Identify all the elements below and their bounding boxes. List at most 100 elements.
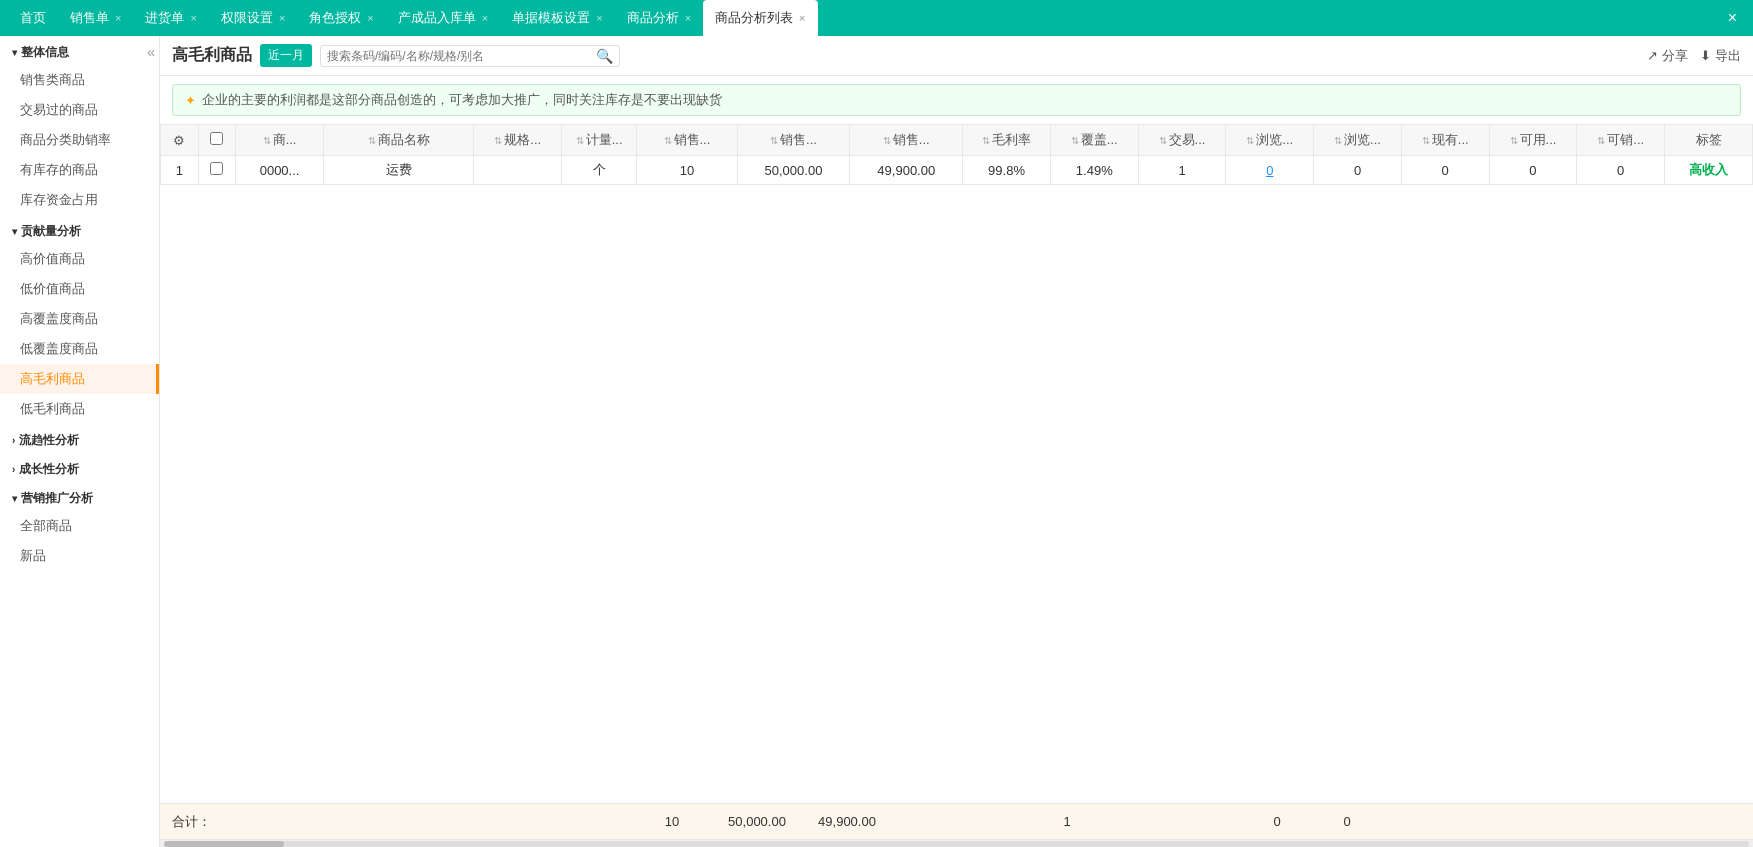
col-header-content: ⇅浏览... <box>1318 131 1397 149</box>
tab-close-icon[interactable]: × <box>799 12 805 24</box>
sidebar-group-流趋性分析: ›流趋性分析 <box>0 424 159 453</box>
sidebar-item-交易过的商品[interactable]: 交易过的商品 <box>0 95 159 125</box>
search-box: 🔍 <box>320 45 620 67</box>
footer-cell-1 <box>282 814 312 829</box>
footer-cell-12 <box>1102 814 1172 829</box>
row-sellable: 0 <box>1577 156 1665 185</box>
table-column-header-13[interactable]: ⇅浏览... <box>1314 125 1402 156</box>
export-button[interactable]: ⬇ 导出 <box>1700 47 1741 65</box>
sort-icon[interactable]: ⇅ <box>1071 135 1079 146</box>
nav-tab-销售单[interactable]: 销售单× <box>58 0 133 36</box>
sidebar-item-有库存的商品[interactable]: 有库存的商品 <box>0 155 159 185</box>
sidebar-item-新品[interactable]: 新品 <box>0 541 159 571</box>
nav-tab-进货单[interactable]: 进货单× <box>133 0 208 36</box>
sort-icon[interactable]: ⇅ <box>576 135 584 146</box>
table-column-header-0: ⚙ <box>161 125 199 156</box>
table-column-header-3[interactable]: ⇅商品名称 <box>323 125 473 156</box>
sidebar-item-库存资金占用[interactable]: 库存资金占用 <box>0 185 159 215</box>
tab-close-icon[interactable]: × <box>482 12 488 24</box>
tab-close-icon[interactable]: × <box>190 12 196 24</box>
footer-cell-7: 50,000.00 <box>712 814 802 829</box>
footer-cell-11: 1 <box>1032 814 1102 829</box>
info-text: 企业的主要的利润都是这部分商品创造的，可考虑加大推广，同时关注库存是不要出现缺货 <box>202 91 722 109</box>
sidebar-item-高价值商品[interactable]: 高价值商品 <box>0 244 159 274</box>
sort-icon[interactable]: ⇅ <box>883 135 891 146</box>
table-column-header-10[interactable]: ⇅覆盖... <box>1050 125 1138 156</box>
sidebar-group-title[interactable]: ›成长性分析 <box>0 453 159 482</box>
table-column-header-1 <box>198 125 236 156</box>
nav-tab-产成品入库单[interactable]: 产成品入库单× <box>386 0 500 36</box>
tab-close-icon[interactable]: × <box>367 12 373 24</box>
tab-close-icon[interactable]: × <box>596 12 602 24</box>
nav-tab-单据模板设置[interactable]: 单据模板设置× <box>500 0 614 36</box>
table-column-header-8[interactable]: ⇅销售... <box>850 125 963 156</box>
scroll-thumb[interactable] <box>164 841 284 847</box>
search-input[interactable] <box>327 49 596 63</box>
table-column-header-6[interactable]: ⇅销售... <box>637 125 737 156</box>
row-sales3: 49,900.00 <box>850 156 963 185</box>
sidebar-item-全部商品[interactable]: 全部商品 <box>0 511 159 541</box>
nav-tab-角色授权[interactable]: 角色授权× <box>297 0 385 36</box>
sidebar-group-title[interactable]: ▾整体信息 <box>0 36 159 65</box>
time-filter-button[interactable]: 近一月 <box>260 44 312 67</box>
sort-icon[interactable]: ⇅ <box>1159 135 1167 146</box>
nav-tab-首页[interactable]: 首页 <box>8 0 58 36</box>
sidebar-group-title[interactable]: ▾营销推广分析 <box>0 482 159 511</box>
close-all-tabs[interactable]: × <box>1720 9 1745 27</box>
table-column-header-5[interactable]: ⇅计量... <box>562 125 637 156</box>
group-arrow-icon: ▾ <box>12 47 17 58</box>
tab-close-icon[interactable]: × <box>115 12 121 24</box>
table-column-header-16[interactable]: ⇅可销... <box>1577 125 1665 156</box>
sidebar-item-高毛利商品[interactable]: 高毛利商品 <box>0 364 159 394</box>
table-column-header-11[interactable]: ⇅交易... <box>1138 125 1226 156</box>
table-column-header-7[interactable]: ⇅销售... <box>737 125 850 156</box>
sidebar-collapse-button[interactable]: « <box>147 44 155 60</box>
sort-icon[interactable]: ⇅ <box>770 135 778 146</box>
row-browse1-link[interactable]: 0 <box>1266 163 1273 178</box>
col-header-content: ⇅商... <box>240 131 319 149</box>
sort-icon[interactable]: ⇅ <box>664 135 672 146</box>
nav-tab-商品分析列表[interactable]: 商品分析列表× <box>703 0 817 36</box>
sidebar-item-销售类商品[interactable]: 销售类商品 <box>0 65 159 95</box>
table-column-header-14[interactable]: ⇅现有... <box>1401 125 1489 156</box>
group-arrow-icon: › <box>12 464 15 475</box>
sort-icon[interactable]: ⇅ <box>368 135 376 146</box>
share-icon: ↗ <box>1647 48 1658 63</box>
sidebar-group-title[interactable]: ›流趋性分析 <box>0 424 159 453</box>
horizontal-scrollbar[interactable] <box>160 839 1753 847</box>
table-column-header-4[interactable]: ⇅规格... <box>474 125 562 156</box>
sort-icon[interactable]: ⇅ <box>263 135 271 146</box>
share-button[interactable]: ↗ 分享 <box>1647 47 1688 65</box>
search-icon[interactable]: 🔍 <box>596 48 613 64</box>
content-header: 高毛利商品 近一月 🔍 ↗ 分享 ⬇ 导出 <box>160 36 1753 76</box>
sort-icon[interactable]: ⇅ <box>1597 135 1605 146</box>
sidebar-group-title[interactable]: ▾贡献量分析 <box>0 215 159 244</box>
select-all-checkbox[interactable] <box>210 132 223 145</box>
sidebar-item-商品分类助销率[interactable]: 商品分类助销率 <box>0 125 159 155</box>
sidebar-item-低价值商品[interactable]: 低价值商品 <box>0 274 159 304</box>
row-select-checkbox[interactable] <box>210 162 223 175</box>
content-area: 高毛利商品 近一月 🔍 ↗ 分享 ⬇ 导出 ✦ 企业的主要的利润都是这部分商品创… <box>160 36 1753 847</box>
tab-close-icon[interactable]: × <box>685 12 691 24</box>
sort-icon[interactable]: ⇅ <box>982 135 990 146</box>
footer-cell-16 <box>1382 814 1452 829</box>
table-column-header-2[interactable]: ⇅商... <box>236 125 324 156</box>
sort-icon[interactable]: ⇅ <box>494 135 502 146</box>
nav-tab-商品分析[interactable]: 商品分析× <box>615 0 703 36</box>
sort-icon[interactable]: ⇅ <box>1246 135 1254 146</box>
sort-icon[interactable]: ⇅ <box>1334 135 1342 146</box>
footer-cell-3 <box>382 814 502 829</box>
sort-icon[interactable]: ⇅ <box>1510 135 1518 146</box>
nav-tab-权限设置[interactable]: 权限设置× <box>209 0 297 36</box>
tab-close-icon[interactable]: × <box>279 12 285 24</box>
sidebar-item-低覆盖度商品[interactable]: 低覆盖度商品 <box>0 334 159 364</box>
table-column-header-9[interactable]: ⇅毛利率 <box>963 125 1051 156</box>
info-icon: ✦ <box>185 93 196 108</box>
sidebar-item-低毛利商品[interactable]: 低毛利商品 <box>0 394 159 424</box>
sort-icon[interactable]: ⇅ <box>1422 135 1430 146</box>
scroll-track[interactable] <box>164 841 1749 847</box>
data-table: ⚙⇅商...⇅商品名称⇅规格...⇅计量...⇅销售...⇅销售...⇅销售..… <box>160 124 1753 185</box>
table-column-header-12[interactable]: ⇅浏览... <box>1226 125 1314 156</box>
sidebar-item-高覆盖度商品[interactable]: 高覆盖度商品 <box>0 304 159 334</box>
table-column-header-15[interactable]: ⇅可用... <box>1489 125 1577 156</box>
